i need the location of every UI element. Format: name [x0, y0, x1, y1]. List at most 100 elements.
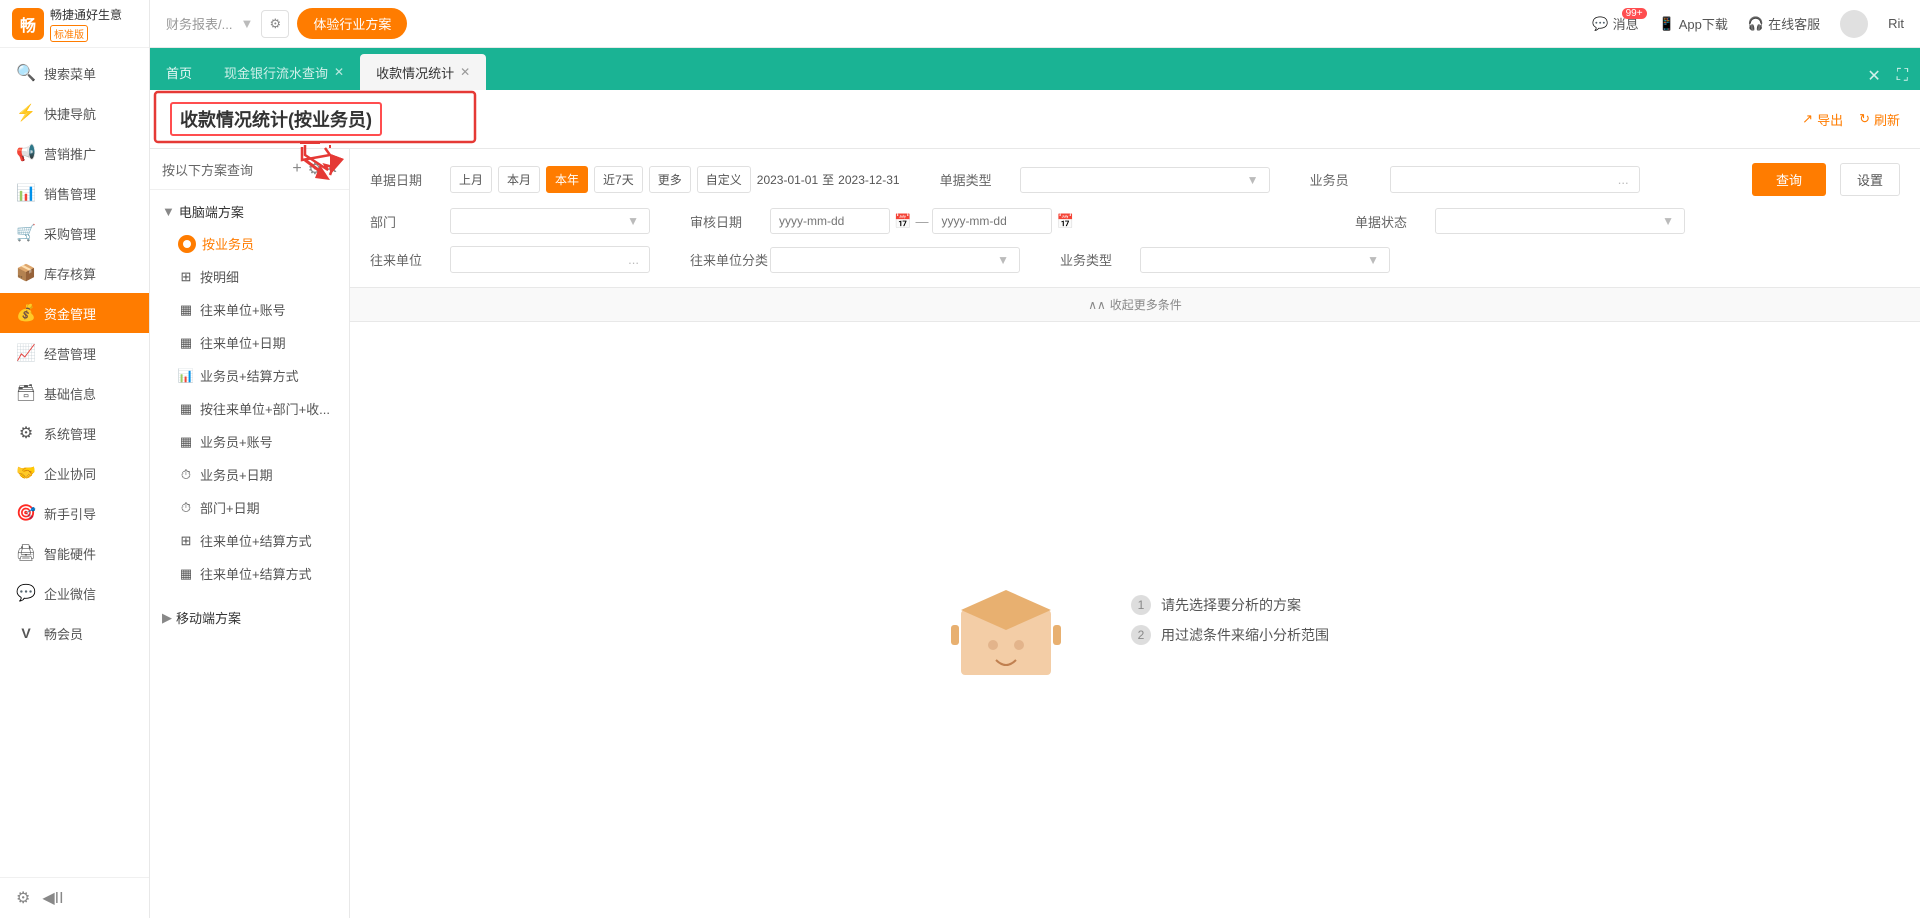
doc-status-select[interactable]: ▼	[1435, 208, 1685, 234]
app-download-action[interactable]: 📱 App下载	[1659, 14, 1728, 33]
sidebar-item-enterprise[interactable]: 🤝 企业协同	[0, 453, 149, 493]
settings-button[interactable]: 设置	[1840, 163, 1900, 196]
date-btn-7days[interactable]: 近7天	[594, 166, 643, 193]
scheme-item-unit-settle1[interactable]: ⊞ 往来单位+结算方式	[150, 524, 349, 557]
left-panel-actions: + ⚙ «	[292, 159, 337, 179]
biz-type-select[interactable]: ▼	[1140, 247, 1390, 273]
top-header: 财务报表/... ▼ ⚙ 体验行业方案 💬 消息 99+ 📱 App下载 🎧 在…	[150, 0, 1920, 48]
sidebar-item-sales[interactable]: 📊 销售管理	[0, 173, 149, 213]
user-avatar[interactable]	[1840, 10, 1868, 38]
sidebar-item-quicknav[interactable]: ⚡ 快捷导航	[0, 93, 149, 133]
sidebar-item-finance[interactable]: 💰 资金管理	[0, 293, 149, 333]
step-num-2: 2	[1131, 625, 1151, 645]
scheme-item-salesperson-date[interactable]: ⏱ 业务员+日期	[150, 458, 349, 491]
scheme-item-salesperson-settle[interactable]: 📊 业务员+结算方式	[150, 359, 349, 392]
sidebar-item-inventory[interactable]: 📦 库存核算	[0, 253, 149, 293]
date-btn-this-month[interactable]: 本月	[498, 166, 540, 193]
scheme-section-mobile-header[interactable]: ▶ 移动端方案	[150, 602, 349, 633]
scheme-item-unit-settle2[interactable]: ▦ 往来单位+结算方式	[150, 557, 349, 590]
review-date-to[interactable]	[932, 208, 1052, 234]
scheme-section-desktop-header[interactable]: ▼ 电脑端方案	[150, 196, 349, 227]
sidebar-item-operation[interactable]: 📈 经营管理	[0, 333, 149, 373]
sidebar-item-vip[interactable]: V 畅会员	[0, 613, 149, 653]
page-title-actions: ↗ 导出 ↻ 刷新	[1802, 110, 1900, 129]
tab-maximize-icon[interactable]: ⛶	[1893, 63, 1912, 89]
collapse-panel-icon[interactable]: «	[328, 160, 337, 178]
sidebar-collapse-icon[interactable]: ◀II	[42, 888, 63, 908]
empty-illustration	[941, 555, 1071, 685]
query-button[interactable]: 查询	[1752, 163, 1826, 196]
empty-state: 1 请先选择要分析的方案 2 用过滤条件来缩小分析范围	[350, 322, 1920, 918]
trial-button[interactable]: 体验行业方案	[297, 8, 407, 39]
counterpart-more[interactable]: ...	[628, 252, 639, 267]
messages-action[interactable]: 💬 消息 99+	[1592, 14, 1638, 33]
tab-collection[interactable]: 收款情况统计 ✕	[360, 54, 486, 90]
collapse-up-icon: ∧∧	[1088, 298, 1106, 312]
export-button[interactable]: ↗ 导出	[1802, 110, 1843, 129]
scheme-item-salesperson-date-label: 业务员+日期	[200, 465, 273, 484]
add-scheme-icon[interactable]: +	[292, 160, 301, 178]
counterpart-category-select[interactable]: ▼	[770, 247, 1020, 273]
wechat-icon: 💬	[16, 583, 36, 603]
system-icon: ⚙	[16, 423, 36, 443]
scheme-item-unit-account[interactable]: ▦ 往来单位+账号	[150, 293, 349, 326]
basic-icon: 🗃	[16, 383, 36, 403]
tab-bank-close[interactable]: ✕	[334, 65, 344, 79]
scheme-item-unit-date[interactable]: ▦ 往来单位+日期	[150, 326, 349, 359]
unit-settle1-icon: ⊞	[178, 533, 194, 549]
desktop-arrow-icon: ▼	[162, 204, 175, 219]
app-download-label: App下载	[1679, 14, 1728, 33]
tab-collection-close[interactable]: ✕	[460, 65, 470, 79]
tab-bar-right: ✕ ⛶	[1863, 62, 1920, 90]
finance-icon: 💰	[16, 303, 36, 323]
scheme-settings-icon[interactable]: ⚙	[308, 159, 322, 179]
dept-select[interactable]: ▼	[450, 208, 650, 234]
review-date-to-cal[interactable]: 📅	[1056, 213, 1073, 230]
export-label: 导出	[1817, 110, 1843, 129]
refresh-icon: ↻	[1859, 111, 1870, 127]
sidebar-label-wechat: 企业微信	[44, 584, 96, 603]
header-settings-btn[interactable]: ⚙	[261, 10, 289, 38]
date-btn-last-month[interactable]: 上月	[450, 166, 492, 193]
tab-close-all-icon[interactable]: ✕	[1863, 62, 1884, 90]
date-btn-this-year[interactable]: 本年	[546, 166, 588, 193]
sidebar-item-marketing[interactable]: 📢 营销推广	[0, 133, 149, 173]
dept-date-icon: ⏱	[178, 500, 194, 516]
refresh-label: 刷新	[1874, 110, 1900, 129]
sidebar-item-system[interactable]: ⚙ 系统管理	[0, 413, 149, 453]
sidebar-settings-icon[interactable]: ⚙	[16, 888, 30, 908]
review-date-from[interactable]	[770, 208, 890, 234]
sidebar-item-purchase[interactable]: 🛒 采购管理	[0, 213, 149, 253]
sidebar-item-beginner[interactable]: 🎯 新手引导	[0, 493, 149, 533]
left-panel: 按以下方案查询 + ⚙ « ▼ 电脑端方案	[150, 149, 350, 918]
left-panel-header: 按以下方案查询 + ⚙ «	[150, 149, 349, 190]
collapse-bar[interactable]: ∧∧ 收起更多条件	[350, 288, 1920, 322]
scheme-item-detail[interactable]: ⊞ 按明细	[150, 260, 349, 293]
refresh-button[interactable]: ↻ 刷新	[1859, 110, 1900, 129]
date-btn-custom[interactable]: 自定义	[697, 166, 751, 193]
scheme-item-salesperson-account[interactable]: ▦ 业务员+账号	[150, 425, 349, 458]
date-selector: 上月 本月 本年 近7天 更多 自定义 2023-01-01 至 2023-12…	[450, 166, 900, 193]
doc-type-arrow: ▼	[1247, 173, 1259, 187]
scheme-item-unit-dept[interactable]: ▦ 按往来单位+部门+收...	[150, 392, 349, 425]
tab-bank-label: 现金银行流水查询	[224, 63, 328, 82]
sidebar-label-vip: 畅会员	[44, 624, 83, 643]
tab-bank[interactable]: 现金银行流水查询 ✕	[208, 54, 360, 90]
sidebar-item-search[interactable]: 🔍 搜索菜单	[0, 53, 149, 93]
sidebar-item-basic[interactable]: 🗃 基础信息	[0, 373, 149, 413]
date-btn-more[interactable]: 更多	[649, 166, 691, 193]
sidebar-item-wechat[interactable]: 💬 企业微信	[0, 573, 149, 613]
tab-home[interactable]: 首页	[150, 54, 208, 90]
sidebar-item-hardware[interactable]: 🖨 智能硬件	[0, 533, 149, 573]
messages-badge: 99+	[1622, 8, 1647, 19]
review-date-from-cal[interactable]: 📅	[894, 213, 911, 230]
inventory-icon: 📦	[16, 263, 36, 283]
dept-arrow: ▼	[627, 214, 639, 228]
online-service-action[interactable]: 🎧 在线客服	[1748, 14, 1820, 33]
scheme-item-dept-date[interactable]: ⏱ 部门+日期	[150, 491, 349, 524]
salesperson-more[interactable]: ...	[1618, 172, 1629, 187]
scheme-item-salesperson[interactable]: 按业务员	[150, 227, 349, 260]
doc-status-label: 单据状态	[1355, 212, 1435, 231]
date-separator: 至	[822, 171, 834, 188]
doc-type-select[interactable]: ▼	[1020, 167, 1270, 193]
